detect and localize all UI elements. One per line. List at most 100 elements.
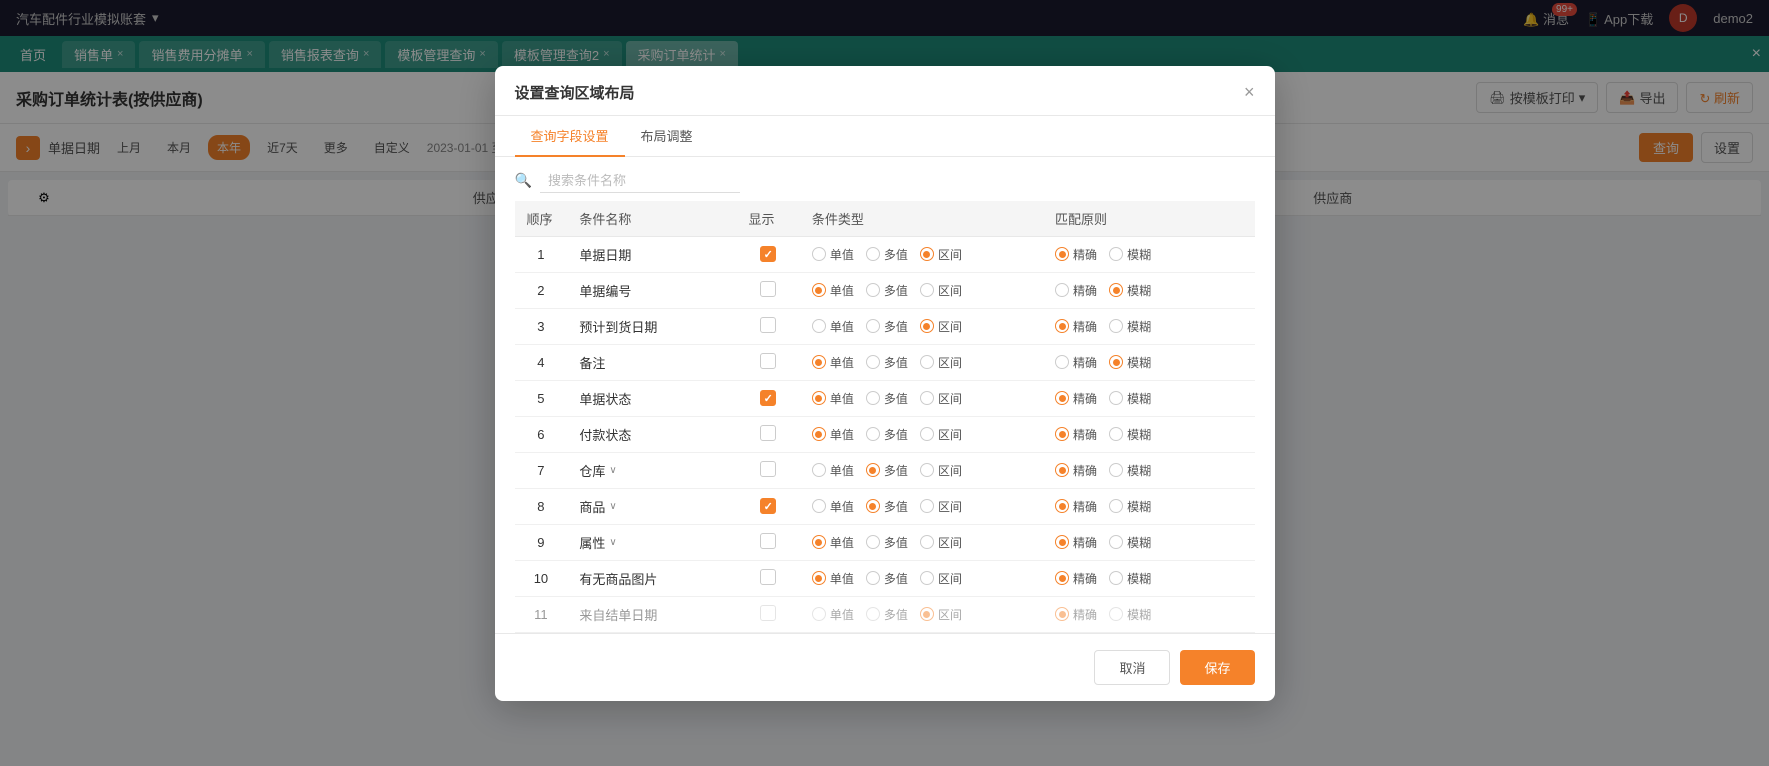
dialog-close-button[interactable]: × (1244, 83, 1255, 101)
radio-fuzzy[interactable]: 模糊 (1109, 390, 1151, 407)
cell-type: 单值 多值 区间 (800, 524, 1043, 560)
radio-label-multi: 多值 (884, 282, 908, 299)
radio-range[interactable]: 区间 (920, 390, 962, 407)
radio-exact[interactable]: 精确 (1055, 462, 1097, 479)
radio-single[interactable]: 单值 (812, 462, 854, 479)
radio-multi[interactable]: 多值 (866, 498, 908, 515)
radio-multi[interactable]: 多值 (866, 390, 908, 407)
display-checkbox[interactable] (760, 390, 776, 406)
radio-range[interactable]: 区间 (920, 570, 962, 587)
th-name: 条件名称 (567, 201, 736, 237)
save-button[interactable]: 保存 (1180, 650, 1254, 685)
radio-exact[interactable]: 精确 (1055, 246, 1097, 263)
radio-range[interactable]: 区间 (920, 498, 962, 515)
radio-fuzzy[interactable]: 模糊 (1109, 462, 1151, 479)
radio-multi[interactable]: 多值 (866, 426, 908, 443)
radio-circle-range (920, 499, 934, 513)
radio-single[interactable]: 单值 (812, 390, 854, 407)
radio-range[interactable]: 区间 (920, 426, 962, 443)
radio-single[interactable]: 单值 (812, 498, 854, 515)
radio-fuzzy[interactable]: 模糊 (1109, 606, 1151, 623)
radio-label-multi: 多值 (884, 462, 908, 479)
display-checkbox[interactable] (760, 425, 776, 441)
radio-multi[interactable]: 多值 (866, 534, 908, 551)
cell-display (736, 524, 799, 560)
radio-circle-range (920, 355, 934, 369)
search-input[interactable] (540, 169, 740, 193)
radio-exact[interactable]: 精确 (1055, 354, 1097, 371)
radio-range[interactable]: 区间 (920, 606, 962, 623)
cell-name: 仓库∨ (567, 452, 736, 488)
radio-multi[interactable]: 多值 (866, 462, 908, 479)
radio-fuzzy[interactable]: 模糊 (1109, 246, 1151, 263)
chevron-down-icon[interactable]: ∨ (609, 465, 616, 476)
radio-range[interactable]: 区间 (920, 462, 962, 479)
radio-single[interactable]: 单值 (812, 354, 854, 371)
radio-multi[interactable]: 多值 (866, 246, 908, 263)
radio-fuzzy[interactable]: 模糊 (1109, 354, 1151, 371)
radio-label-fuzzy: 模糊 (1127, 606, 1151, 623)
radio-circle-exact (1055, 535, 1069, 549)
radio-range[interactable]: 区间 (920, 534, 962, 551)
radio-single[interactable]: 单值 (812, 318, 854, 335)
dialog-search-area: 🔍 (495, 157, 1275, 201)
chevron-down-icon[interactable]: ∨ (609, 501, 616, 512)
radio-range[interactable]: 区间 (920, 282, 962, 299)
cell-name: 单据日期 (567, 236, 736, 272)
display-checkbox[interactable] (760, 461, 776, 477)
radio-range[interactable]: 区间 (920, 246, 962, 263)
radio-multi[interactable]: 多值 (866, 354, 908, 371)
radio-single[interactable]: 单值 (812, 606, 854, 623)
radio-label-range: 区间 (938, 606, 962, 623)
radio-exact[interactable]: 精确 (1055, 606, 1097, 623)
cancel-button[interactable]: 取消 (1094, 650, 1170, 685)
radio-multi[interactable]: 多值 (866, 318, 908, 335)
radio-fuzzy[interactable]: 模糊 (1109, 318, 1151, 335)
radio-range[interactable]: 区间 (920, 354, 962, 371)
radio-single[interactable]: 单值 (812, 282, 854, 299)
radio-multi[interactable]: 多值 (866, 606, 908, 623)
display-checkbox[interactable] (760, 569, 776, 585)
radio-exact[interactable]: 精确 (1055, 318, 1097, 335)
display-checkbox[interactable] (760, 281, 776, 297)
cell-match: 精确 模糊 (1043, 488, 1254, 524)
cell-name: 付款状态 (567, 416, 736, 452)
radio-multi[interactable]: 多值 (866, 570, 908, 587)
radio-exact[interactable]: 精确 (1055, 534, 1097, 551)
radio-fuzzy[interactable]: 模糊 (1109, 498, 1151, 515)
radio-label-fuzzy: 模糊 (1127, 498, 1151, 515)
radio-single[interactable]: 单值 (812, 534, 854, 551)
radio-fuzzy[interactable]: 模糊 (1109, 426, 1151, 443)
display-checkbox[interactable] (760, 605, 776, 621)
radio-exact[interactable]: 精确 (1055, 498, 1097, 515)
radio-single[interactable]: 单值 (812, 246, 854, 263)
display-checkbox[interactable] (760, 533, 776, 549)
radio-circle-multi (866, 319, 880, 333)
radio-fuzzy[interactable]: 模糊 (1109, 282, 1151, 299)
display-checkbox[interactable] (760, 246, 776, 262)
radio-circle-multi (866, 283, 880, 297)
display-checkbox[interactable] (760, 498, 776, 514)
radio-single[interactable]: 单值 (812, 426, 854, 443)
radio-range[interactable]: 区间 (920, 318, 962, 335)
table-row: 11来自结单日期 单值 多值 区间 精确 (515, 596, 1255, 632)
tab-layout-adjust[interactable]: 布局调整 (625, 116, 709, 157)
display-checkbox[interactable] (760, 353, 776, 369)
radio-exact[interactable]: 精确 (1055, 390, 1097, 407)
display-checkbox[interactable] (760, 317, 776, 333)
radio-multi[interactable]: 多值 (866, 282, 908, 299)
chevron-down-icon[interactable]: ∨ (609, 537, 616, 548)
radio-exact[interactable]: 精确 (1055, 282, 1097, 299)
radio-exact[interactable]: 精确 (1055, 426, 1097, 443)
radio-exact[interactable]: 精确 (1055, 570, 1097, 587)
radio-fuzzy[interactable]: 模糊 (1109, 534, 1151, 551)
radio-label-single: 单值 (830, 498, 854, 515)
radio-fuzzy[interactable]: 模糊 (1109, 570, 1151, 587)
radio-label-range: 区间 (938, 318, 962, 335)
tab-query-fields[interactable]: 查询字段设置 (515, 116, 625, 157)
cell-name: 单据状态 (567, 380, 736, 416)
cell-type: 单值 多值 区间 (800, 272, 1043, 308)
radio-single[interactable]: 单值 (812, 570, 854, 587)
cell-match: 精确 模糊 (1043, 596, 1254, 632)
radio-label-range: 区间 (938, 246, 962, 263)
